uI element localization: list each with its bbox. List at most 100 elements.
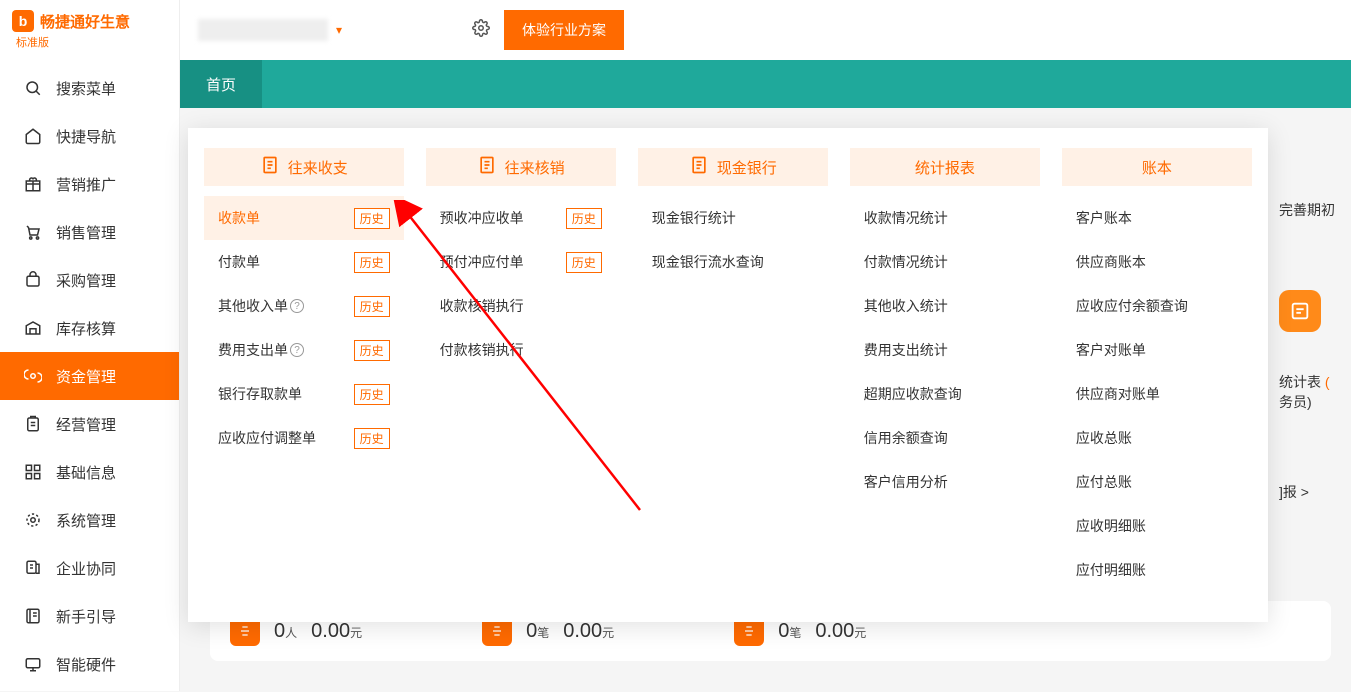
history-button[interactable]: 历史 — [566, 208, 602, 229]
mega-item-label: 供应商账本 — [1076, 252, 1146, 272]
mega-menu-item[interactable]: 预付冲应付单 历史 — [426, 240, 616, 284]
company-selector[interactable]: ▾ — [198, 19, 458, 41]
mega-menu-item[interactable]: 应收应付余额查询 — [1062, 284, 1252, 328]
mega-item-label: 应付总账 — [1076, 472, 1132, 492]
mega-menu-item[interactable]: 费用支出统计 — [850, 328, 1040, 372]
mega-menu-item[interactable]: 应收总账 — [1062, 416, 1252, 460]
grid-icon — [24, 463, 42, 481]
stat-amount: 0.00元 — [311, 620, 362, 643]
history-button[interactable]: 历史 — [354, 384, 390, 405]
sidebar-item-book[interactable]: 新手引导 — [0, 592, 179, 640]
snippet-text[interactable]: ]报 > — [1279, 482, 1351, 502]
mega-item-label: 现金银行流水查询 — [652, 252, 764, 272]
history-button[interactable]: 历史 — [354, 208, 390, 229]
sidebar-item-search[interactable]: 搜索菜单 — [0, 64, 179, 112]
mega-menu-item[interactable]: 其他收入统计 — [850, 284, 1040, 328]
mega-menu-item[interactable]: 供应商账本 — [1062, 240, 1252, 284]
snippet-text: 完善期初 — [1279, 200, 1351, 220]
mega-menu-item[interactable]: 付款单历史 — [204, 240, 404, 284]
help-icon[interactable]: ? — [290, 343, 304, 357]
stat-count: 0人 — [274, 620, 297, 643]
sidebar-item-label: 快捷导航 — [56, 126, 116, 147]
tab-home[interactable]: 首页 — [180, 60, 262, 108]
sidebar-item-gear[interactable]: 系统管理 — [0, 496, 179, 544]
mega-column: 往来核销预收冲应收单历史预付冲应付单历史收款核销执行付款核销执行 — [420, 148, 622, 592]
mega-menu-item[interactable]: 收款单 历史 — [204, 196, 404, 240]
sidebar-item-label: 新手引导 — [56, 606, 116, 627]
mega-menu-item[interactable]: 现金银行统计 — [638, 196, 828, 240]
mega-item-label: 应收总账 — [1076, 428, 1132, 448]
mega-menu-item[interactable]: 客户信用分析 — [850, 460, 1040, 504]
mega-menu-item[interactable]: 费用支出单?历史 — [204, 328, 404, 372]
orange-badge-icon[interactable] — [1279, 290, 1321, 332]
mega-column-header: 统计报表 — [850, 148, 1040, 186]
sidebar-item-bag[interactable]: 采购管理 — [0, 256, 179, 304]
sidebar-item-label: 基础信息 — [56, 462, 116, 483]
mega-item-label: 费用支出统计 — [864, 340, 948, 360]
mega-item-label: 预付冲应付单 — [440, 252, 524, 272]
logo-area: b 畅捷通好生意 标准版 — [0, 0, 179, 60]
sidebar-item-grid[interactable]: 基础信息 — [0, 448, 179, 496]
mega-item-label: 收款单 — [218, 208, 260, 228]
sidebar-item-label: 智能硬件 — [56, 654, 116, 675]
history-button[interactable]: 历史 — [354, 296, 390, 317]
mega-menu-item[interactable]: 银行存取款单历史 — [204, 372, 404, 416]
sidebar-item-device[interactable]: 智能硬件 — [0, 640, 179, 688]
mega-item-label: 预收冲应收单 — [440, 208, 524, 228]
clipboard-icon — [24, 415, 42, 433]
mega-menu-item[interactable]: 应收明细账 — [1062, 504, 1252, 548]
sidebar-item-money[interactable]: 资金管理 — [0, 352, 179, 400]
mega-menu-item[interactable]: 供应商对账单 — [1062, 372, 1252, 416]
history-button[interactable]: 历史 — [354, 252, 390, 273]
mega-item-label: 收款情况统计 — [864, 208, 948, 228]
sidebar-item-warehouse[interactable]: 库存核算 — [0, 304, 179, 352]
tab-strip: 首页 — [180, 60, 1351, 108]
sidebar-item-gift[interactable]: 营销推广 — [0, 160, 179, 208]
mega-menu-item[interactable]: 付款核销执行 — [426, 328, 616, 372]
mega-menu-item[interactable]: 付款情况统计 — [850, 240, 1040, 284]
mega-menu-item[interactable]: 客户对账单 — [1062, 328, 1252, 372]
document-icon — [260, 155, 280, 179]
mega-menu-item[interactable]: 超期应收款查询 — [850, 372, 1040, 416]
sidebar-item-cart[interactable]: 销售管理 — [0, 208, 179, 256]
sidebar-item-home[interactable]: 快捷导航 — [0, 112, 179, 160]
search-icon — [24, 79, 42, 97]
settings-gear-icon[interactable] — [472, 19, 490, 42]
stat-count: 0笔 — [526, 620, 549, 643]
company-name-blurred — [198, 19, 328, 41]
sidebar-item-label: 企业协同 — [56, 558, 116, 579]
sidebar-item-clipboard[interactable]: 经营管理 — [0, 400, 179, 448]
mega-menu-item[interactable]: 应付明细账 — [1062, 548, 1252, 592]
history-button[interactable]: 历史 — [354, 428, 390, 449]
sidebar-item-label: 搜索菜单 — [56, 78, 116, 99]
sidebar-item-team[interactable]: 企业协同 — [0, 544, 179, 592]
history-button[interactable]: 历史 — [354, 340, 390, 361]
mega-column-title: 账本 — [1142, 157, 1172, 178]
mega-menu-item[interactable]: 其他收入单?历史 — [204, 284, 404, 328]
mega-item-label: 客户信用分析 — [864, 472, 948, 492]
topbar: ▾ 体验行业方案 — [180, 0, 1351, 60]
sidebar-item-label: 资金管理 — [56, 366, 116, 387]
history-button[interactable]: 历史 — [566, 252, 602, 273]
mega-column: 统计报表收款情况统计付款情况统计其他收入统计费用支出统计超期应收款查询信用余额查… — [844, 148, 1046, 592]
mega-menu-item[interactable]: 客户账本 — [1062, 196, 1252, 240]
mega-item-label: 付款情况统计 — [864, 252, 948, 272]
mega-menu-item[interactable]: 预收冲应收单 历史 — [426, 196, 616, 240]
sidebar-item-label: 库存核算 — [56, 318, 116, 339]
brand-name: 畅捷通好生意 — [40, 11, 130, 32]
sidebar-item-label: 经营管理 — [56, 414, 116, 435]
gift-icon — [24, 175, 42, 193]
mega-menu-item[interactable]: 应付总账 — [1062, 460, 1252, 504]
industry-plan-button[interactable]: 体验行业方案 — [504, 10, 624, 50]
mega-column-header: 往来收支 — [204, 148, 404, 186]
brand-edition: 标准版 — [16, 34, 167, 50]
mega-item-label: 应收应付调整单 — [218, 428, 316, 448]
mega-menu-item[interactable]: 收款核销执行 — [426, 284, 616, 328]
mega-menu-item[interactable]: 现金银行流水查询 — [638, 240, 828, 284]
mega-menu-item[interactable]: 应收应付调整单 历史 — [204, 416, 404, 460]
mega-item-label: 收款核销执行 — [440, 296, 524, 316]
help-icon[interactable]: ? — [290, 299, 304, 313]
sidebar-item-label: 销售管理 — [56, 222, 116, 243]
mega-menu-item[interactable]: 收款情况统计 — [850, 196, 1040, 240]
mega-menu-item[interactable]: 信用余额查询 — [850, 416, 1040, 460]
